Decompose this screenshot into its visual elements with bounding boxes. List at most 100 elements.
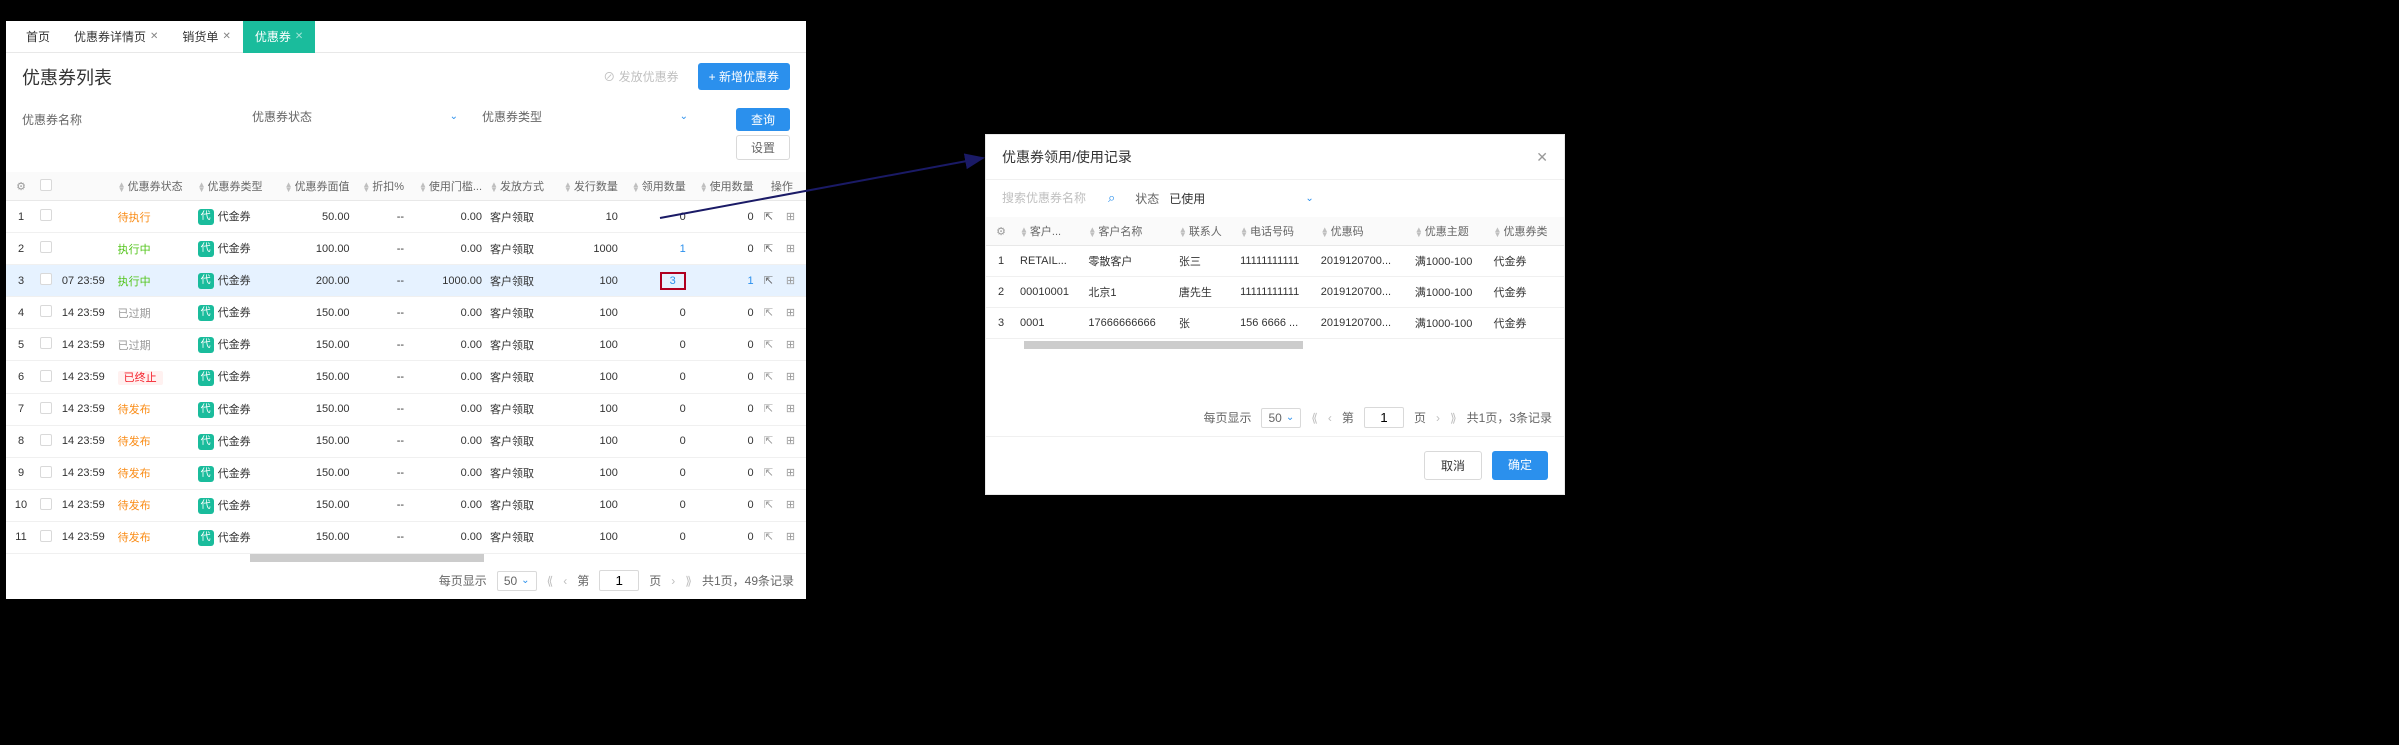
table-row[interactable]: 7 14 23:59 待发布 代代金券 150.00 -- 0.00 客户领取 … — [6, 393, 806, 425]
table-row[interactable]: 3 0001 17666666666 张 156 6666 ... 201912… — [986, 308, 1564, 339]
cname-cell: 17666666666 — [1084, 308, 1174, 339]
received-link[interactable]: 3 — [660, 272, 686, 290]
share-icon: ⇱ — [764, 530, 778, 544]
row-checkbox[interactable] — [40, 273, 52, 285]
row-checkbox[interactable] — [40, 466, 52, 478]
qr-icon[interactable]: ⊞ — [786, 402, 800, 416]
received-link[interactable]: 1 — [680, 243, 686, 255]
time-cell: 14 23:59 — [58, 361, 114, 393]
search-button[interactable]: 查询 — [736, 108, 790, 131]
filter-name-label: 优惠券名称 — [22, 111, 82, 128]
table-row[interactable]: 2 执行中 代代金券 100.00 -- 0.00 客户领取 1000 1 0 … — [6, 233, 806, 265]
row-checkbox[interactable] — [40, 337, 52, 349]
tab[interactable]: 优惠券 ✕ — [243, 21, 315, 53]
qr-icon[interactable]: ⊞ — [786, 466, 800, 480]
qr-icon[interactable]: ⊞ — [786, 242, 800, 256]
row-checkbox[interactable] — [40, 498, 52, 510]
table-row[interactable]: 11 14 23:59 待发布 代代金券 150.00 -- 0.00 客户领取… — [6, 521, 806, 553]
close-icon[interactable]: ✕ — [295, 31, 303, 42]
row-checkbox[interactable] — [40, 305, 52, 317]
filter-name-input[interactable] — [88, 108, 228, 130]
page-last-icon[interactable]: ⟫ — [685, 574, 692, 588]
page-suffix: 页 — [1414, 409, 1426, 426]
per-page-select[interactable]: 50 ⌄ — [1261, 408, 1301, 428]
share-icon[interactable]: ⇱ — [764, 274, 778, 288]
row-checkbox[interactable] — [40, 402, 52, 414]
type-label: 代金券 — [218, 243, 251, 255]
distribute-button: 发放优惠券 — [592, 63, 689, 90]
share-icon: ⇱ — [764, 466, 778, 480]
qr-icon[interactable]: ⊞ — [786, 306, 800, 320]
table-row[interactable]: 2 00010001 北京1 唐先生 11111111111 201912070… — [986, 277, 1564, 308]
close-icon[interactable]: ✕ — [1536, 149, 1548, 166]
close-icon[interactable]: ✕ — [222, 31, 230, 42]
qr-icon[interactable]: ⊞ — [786, 370, 800, 384]
row-checkbox[interactable] — [40, 209, 52, 221]
select-all-checkbox[interactable] — [40, 179, 52, 191]
ok-button[interactable]: 确定 — [1492, 451, 1548, 480]
modal-search-input[interactable] — [1002, 191, 1102, 205]
gear-icon[interactable]: ⚙ — [996, 226, 1006, 238]
modal-page-input[interactable] — [1364, 407, 1404, 428]
filter-bar: 优惠券名称 优惠券状态 ⌄ 优惠券类型 ⌄ 查询 设置 — [6, 100, 806, 172]
qr-icon[interactable]: ⊞ — [786, 338, 800, 352]
row-number: 5 — [6, 329, 36, 361]
row-checkbox[interactable] — [40, 370, 52, 382]
tab-label: 优惠券 — [255, 28, 291, 45]
row-checkbox[interactable] — [40, 241, 52, 253]
qr-icon[interactable]: ⊞ — [786, 210, 800, 224]
row-number: 4 — [6, 297, 36, 329]
table-row[interactable]: 3 07 23:59 执行中 代代金券 200.00 -- 1000.00 客户… — [6, 265, 806, 297]
filter-type-select[interactable]: ⌄ — [548, 111, 688, 122]
qr-icon[interactable]: ⊞ — [786, 530, 800, 544]
discount-cell: -- — [354, 297, 409, 329]
page-next-icon[interactable]: › — [671, 574, 675, 588]
page-prev-icon[interactable]: ‹ — [563, 574, 567, 588]
share-icon[interactable]: ⇱ — [764, 242, 778, 256]
table-row[interactable]: 9 14 23:59 待发布 代代金券 150.00 -- 0.00 客户领取 … — [6, 457, 806, 489]
code-cell: 2019120700... — [1317, 277, 1411, 308]
qr-icon[interactable]: ⊞ — [786, 498, 800, 512]
table-row[interactable]: 10 14 23:59 待发布 代代金券 150.00 -- 0.00 客户领取… — [6, 489, 806, 521]
value-cell: 100.00 — [274, 233, 354, 265]
used-cell: 0 — [690, 201, 758, 233]
share-icon: ⇱ — [764, 338, 778, 352]
page-prev-icon[interactable]: ‹ — [1328, 411, 1332, 425]
search-icon[interactable]: ⌕ — [1108, 190, 1115, 206]
row-number: 7 — [6, 393, 36, 425]
per-page-select[interactable]: 50 ⌄ — [497, 571, 537, 591]
qr-icon[interactable]: ⊞ — [786, 434, 800, 448]
table-row[interactable]: 5 14 23:59 已过期 代代金券 150.00 -- 0.00 客户领取 … — [6, 329, 806, 361]
close-icon[interactable]: ✕ — [150, 31, 158, 42]
page-next-icon[interactable]: › — [1436, 411, 1440, 425]
used-cell: 0 — [690, 329, 758, 361]
table-row[interactable]: 1 待执行 代代金券 50.00 -- 0.00 客户领取 10 0 0 ⇱ ⊞ — [6, 201, 806, 233]
settings-button[interactable]: 设置 — [736, 135, 790, 160]
table-row[interactable]: 1 RETAIL... 零散客户 张三 11111111111 20191207… — [986, 246, 1564, 277]
tab[interactable]: 首页 — [14, 21, 62, 53]
tab[interactable]: 销货单✕ — [170, 21, 242, 53]
add-coupon-button[interactable]: 新增优惠券 — [698, 63, 790, 90]
page-last-icon[interactable]: ⟫ — [1450, 411, 1457, 425]
discount-cell: -- — [354, 329, 409, 361]
row-checkbox[interactable] — [40, 434, 52, 446]
tab[interactable]: 优惠券详情页✕ — [62, 21, 170, 53]
table-row[interactable]: 4 14 23:59 已过期 代代金券 150.00 -- 0.00 客户领取 … — [6, 297, 806, 329]
used-link[interactable]: 1 — [748, 275, 754, 287]
share-icon: ⇱ — [764, 498, 778, 512]
horizontal-scrollbar[interactable] — [16, 554, 796, 562]
page-first-icon[interactable]: ⟪ — [1311, 411, 1318, 425]
chevron-down-icon: ⌄ — [521, 575, 529, 586]
table-row[interactable]: 6 14 23:59 已终止 代代金券 150.00 -- 0.00 客户领取 … — [6, 361, 806, 393]
table-row[interactable]: 8 14 23:59 待发布 代代金券 150.00 -- 0.00 客户领取 … — [6, 425, 806, 457]
page-first-icon[interactable]: ⟪ — [547, 574, 554, 588]
row-checkbox[interactable] — [40, 530, 52, 542]
share-icon[interactable]: ⇱ — [764, 210, 778, 224]
horizontal-scrollbar[interactable] — [996, 341, 1554, 349]
qr-icon[interactable]: ⊞ — [786, 274, 800, 288]
page-input[interactable] — [599, 570, 639, 591]
modal-state-select[interactable]: 状态 已使用 ⌄ — [1135, 190, 1313, 207]
filter-status-select[interactable]: ⌄ — [318, 111, 458, 122]
cancel-button[interactable]: 取消 — [1424, 451, 1482, 480]
gear-icon[interactable]: ⚙ — [16, 181, 26, 193]
